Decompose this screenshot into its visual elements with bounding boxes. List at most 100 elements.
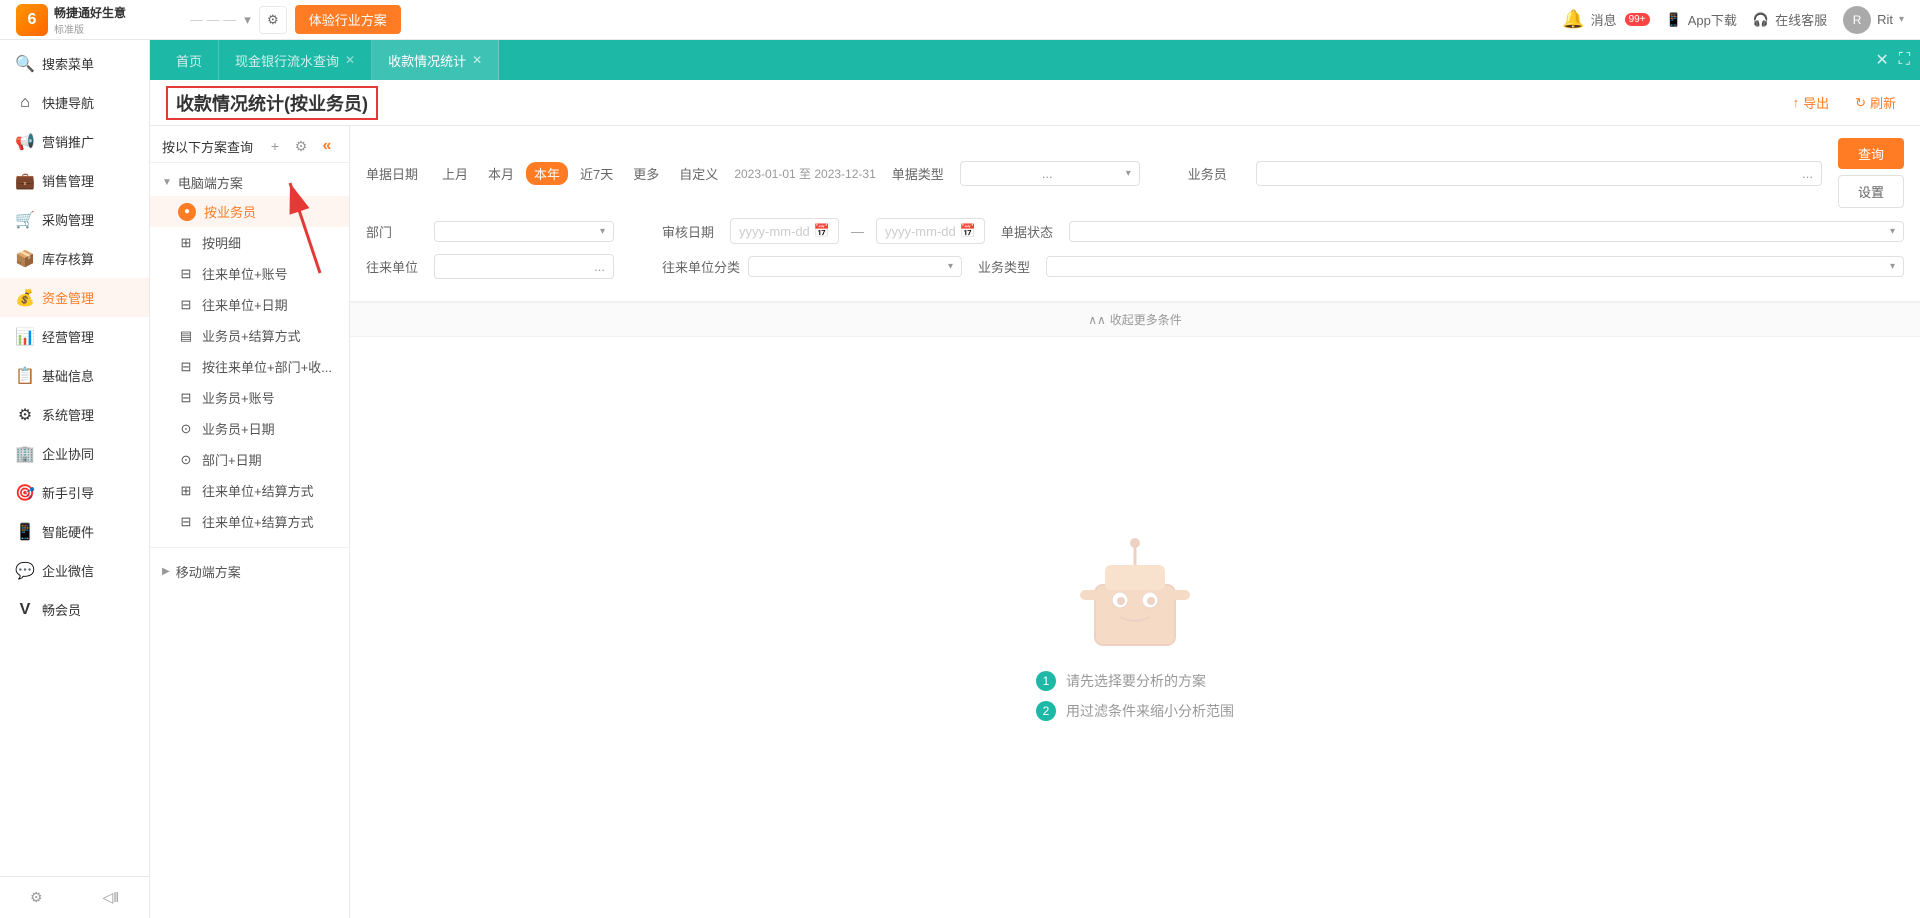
date-tab-custom[interactable]: 自定义 — [671, 162, 726, 185]
scheme-item-label-8: 部门+日期 — [202, 450, 262, 469]
refresh-label: 刷新 — [1870, 93, 1896, 112]
tab-bank[interactable]: 现金银行流水查询 ✕ — [219, 40, 372, 80]
sidebar-item-label-inventory: 库存核算 — [42, 249, 94, 268]
sidebar-item-finance[interactable]: 💰 资金管理 — [0, 278, 149, 317]
filter-reviewdate-start[interactable]: yyyy-mm-dd 📅 — [730, 218, 839, 244]
filter-row-1: 单据日期 上月 本月 本年 近7天 更多 自定义 2023-01-01 至 20… — [366, 138, 1904, 208]
step-2-text: 用过滤条件来缩小分析范围 — [1066, 701, 1234, 721]
sidebar-item-guide[interactable]: 🎯 新手引导 — [0, 473, 149, 512]
export-button[interactable]: ↑ 导出 — [1785, 89, 1838, 116]
user-avatar: R — [1843, 6, 1871, 34]
filter-salesperson-more[interactable]: ... — [1802, 166, 1813, 181]
scheme-item-by-salesperson[interactable]: ● 按业务员 — [150, 196, 349, 227]
filter-partnercategory-select[interactable]: ▾ — [748, 256, 962, 277]
empty-steps: 1 请先选择要分析的方案 2 用过滤条件来缩小分析范围 — [1036, 671, 1234, 721]
scheme-item-by-detail[interactable]: ⊞ 按明细 — [150, 227, 349, 258]
tab-home[interactable]: 首页 — [160, 40, 219, 80]
filter-dept-label: 部门 — [366, 222, 426, 241]
date-tab-lastmonth[interactable]: 上月 — [434, 162, 476, 185]
basicinfo-icon: 📋 — [16, 367, 34, 385]
sidebar-item-label-quicknav: 快捷导航 — [42, 93, 94, 112]
filter-partner-more[interactable]: ... — [594, 259, 605, 274]
sidebar-item-marketing[interactable]: 📢 营销推广 — [0, 122, 149, 161]
desktop-group-arrow: ▼ — [162, 177, 172, 188]
trial-button[interactable]: 体验行业方案 — [295, 5, 401, 34]
online-service-area[interactable]: 🎧 在线客服 — [1753, 10, 1827, 29]
home-icon: ⌂ — [16, 94, 34, 112]
date-tab-more[interactable]: 更多 — [625, 162, 667, 185]
scheme-item-partner-settlement2[interactable]: ⊟ 往来单位+结算方式 — [150, 506, 349, 537]
scheme-desktop-group-header[interactable]: ▼ 电脑端方案 — [150, 169, 349, 196]
filter-partner-select[interactable]: ... — [434, 254, 614, 279]
filter-dept-select[interactable]: ▾ — [434, 221, 614, 242]
maximize-btn[interactable]: ⛶ — [1899, 51, 1910, 69]
app-download-area[interactable]: 📱 App下载 — [1666, 10, 1737, 29]
scheme-add-btn[interactable]: + — [265, 136, 285, 156]
tab-bar: 首页 现金银行流水查询 ✕ 收款情况统计 ✕ ✕ ⛶ — [150, 40, 1920, 80]
tab-receipt[interactable]: 收款情况统计 ✕ — [372, 40, 499, 80]
scheme-collapse-btn[interactable]: « — [317, 136, 337, 156]
sidebar-item-quicknav[interactable]: ⌂ 快捷导航 — [0, 83, 149, 122]
scheme-item-salesperson-date[interactable]: ⊙ 业务员+日期 — [150, 413, 349, 444]
scheme-item-salesperson-account[interactable]: ⊟ 业务员+账号 — [150, 382, 349, 413]
reviewdate-end-text: yyyy-mm-dd — [885, 224, 956, 239]
user-area[interactable]: R Rit ▾ — [1843, 6, 1904, 34]
sidebar-item-purchase[interactable]: 🛒 采购管理 — [0, 200, 149, 239]
footer-settings-btn[interactable]: ⚙ — [22, 885, 51, 910]
sidebar-item-search[interactable]: 🔍 搜索菜单 — [0, 44, 149, 83]
sidebar-item-member[interactable]: V 畅会员 — [0, 590, 149, 629]
tab-bank-label: 现金银行流水查询 — [235, 51, 339, 70]
sidebar-item-basicinfo[interactable]: 📋 基础信息 — [0, 356, 149, 395]
tab-receipt-close[interactable]: ✕ — [472, 53, 482, 67]
scheme-settings-btn[interactable]: ⚙ — [291, 136, 311, 156]
item-icon-7: ⊙ — [178, 421, 194, 437]
sidebar-item-wechat[interactable]: 💬 企业微信 — [0, 551, 149, 590]
filter-doctype-more[interactable]: ... — [1042, 166, 1053, 181]
app-download-label: App下载 — [1688, 10, 1737, 29]
footer-collapse-btn[interactable]: ◁‖ — [94, 885, 127, 910]
sidebar-item-system[interactable]: ⚙ 系统管理 — [0, 395, 149, 434]
filter-partner-item: 往来单位 ... — [366, 254, 646, 279]
date-tab-thisyear[interactable]: 本年 — [526, 162, 568, 185]
app-name: 畅捷通好生意 — [54, 4, 126, 21]
scheme-item-partner-account[interactable]: ⊟ 往来单位+账号 — [150, 258, 349, 289]
member-icon: V — [16, 601, 34, 619]
refresh-button[interactable]: ↻ 刷新 — [1847, 89, 1904, 116]
sidebar-item-label-purchase: 采购管理 — [42, 210, 94, 229]
scheme-item-salesperson-settlement[interactable]: ▤ 业务员+结算方式 — [150, 320, 349, 351]
sidebar-footer: ⚙ ◁‖ — [0, 876, 149, 918]
dropdown-arrow[interactable]: ▾ — [244, 12, 251, 28]
sidebar-item-hardware[interactable]: 📱 智能硬件 — [0, 512, 149, 551]
filter-reviewdate-end[interactable]: yyyy-mm-dd 📅 — [876, 218, 985, 244]
user-dropdown-arrow: ▾ — [1899, 14, 1904, 25]
query-button[interactable]: 查询 — [1838, 138, 1904, 169]
filter-partnercategory-item: 往来单位分类 ▾ — [662, 256, 962, 277]
sidebar-item-inventory[interactable]: 📦 库存核算 — [0, 239, 149, 278]
sidebar-item-operations[interactable]: 📊 经营管理 — [0, 317, 149, 356]
collapse-bar[interactable]: ∧∧ 收起更多条件 — [350, 302, 1920, 337]
scheme-mobile-group-header[interactable]: ▶ 移动端方案 — [150, 558, 349, 585]
settings-btn[interactable]: 设置 — [1838, 175, 1904, 208]
tab-bank-close[interactable]: ✕ — [345, 53, 355, 67]
scheme-item-label-4: 业务员+结算方式 — [202, 326, 301, 345]
date-tab-last7[interactable]: 近7天 — [572, 162, 621, 185]
date-tab-thismonth[interactable]: 本月 — [480, 162, 522, 185]
scheme-item-dept-date[interactable]: ⊙ 部门+日期 — [150, 444, 349, 475]
sidebar-item-sales[interactable]: 💼 销售管理 — [0, 161, 149, 200]
scheme-item-label-3: 往来单位+日期 — [202, 295, 288, 314]
filter-docstatus-select[interactable]: ▾ — [1069, 221, 1904, 242]
filter-salesperson-select[interactable]: ... — [1256, 161, 1822, 186]
enterprise-icon: 🏢 — [16, 445, 34, 463]
settings-btn[interactable]: ⚙ — [259, 6, 287, 34]
calendar-icon-start: 📅 — [814, 223, 830, 239]
notification-area[interactable]: 🔔 消息 99+ — [1562, 9, 1649, 30]
scheme-item-partner-date[interactable]: ⊟ 往来单位+日期 — [150, 289, 349, 320]
scheme-item-partner-settlement[interactable]: ⊞ 往来单位+结算方式 — [150, 475, 349, 506]
scheme-item-partner-dept-receipt[interactable]: ⊟ 按往来单位+部门+收... — [150, 351, 349, 382]
user-name: Rit — [1877, 12, 1893, 27]
filter-businesstype-select[interactable]: ▾ — [1046, 256, 1904, 277]
close-all-tabs-btn[interactable]: ✕ — [1875, 50, 1888, 70]
filter-query-actions: 查询 设置 — [1838, 138, 1904, 208]
filter-doctype-select[interactable]: ... ▾ — [960, 161, 1140, 186]
sidebar-item-enterprise[interactable]: 🏢 企业协同 — [0, 434, 149, 473]
